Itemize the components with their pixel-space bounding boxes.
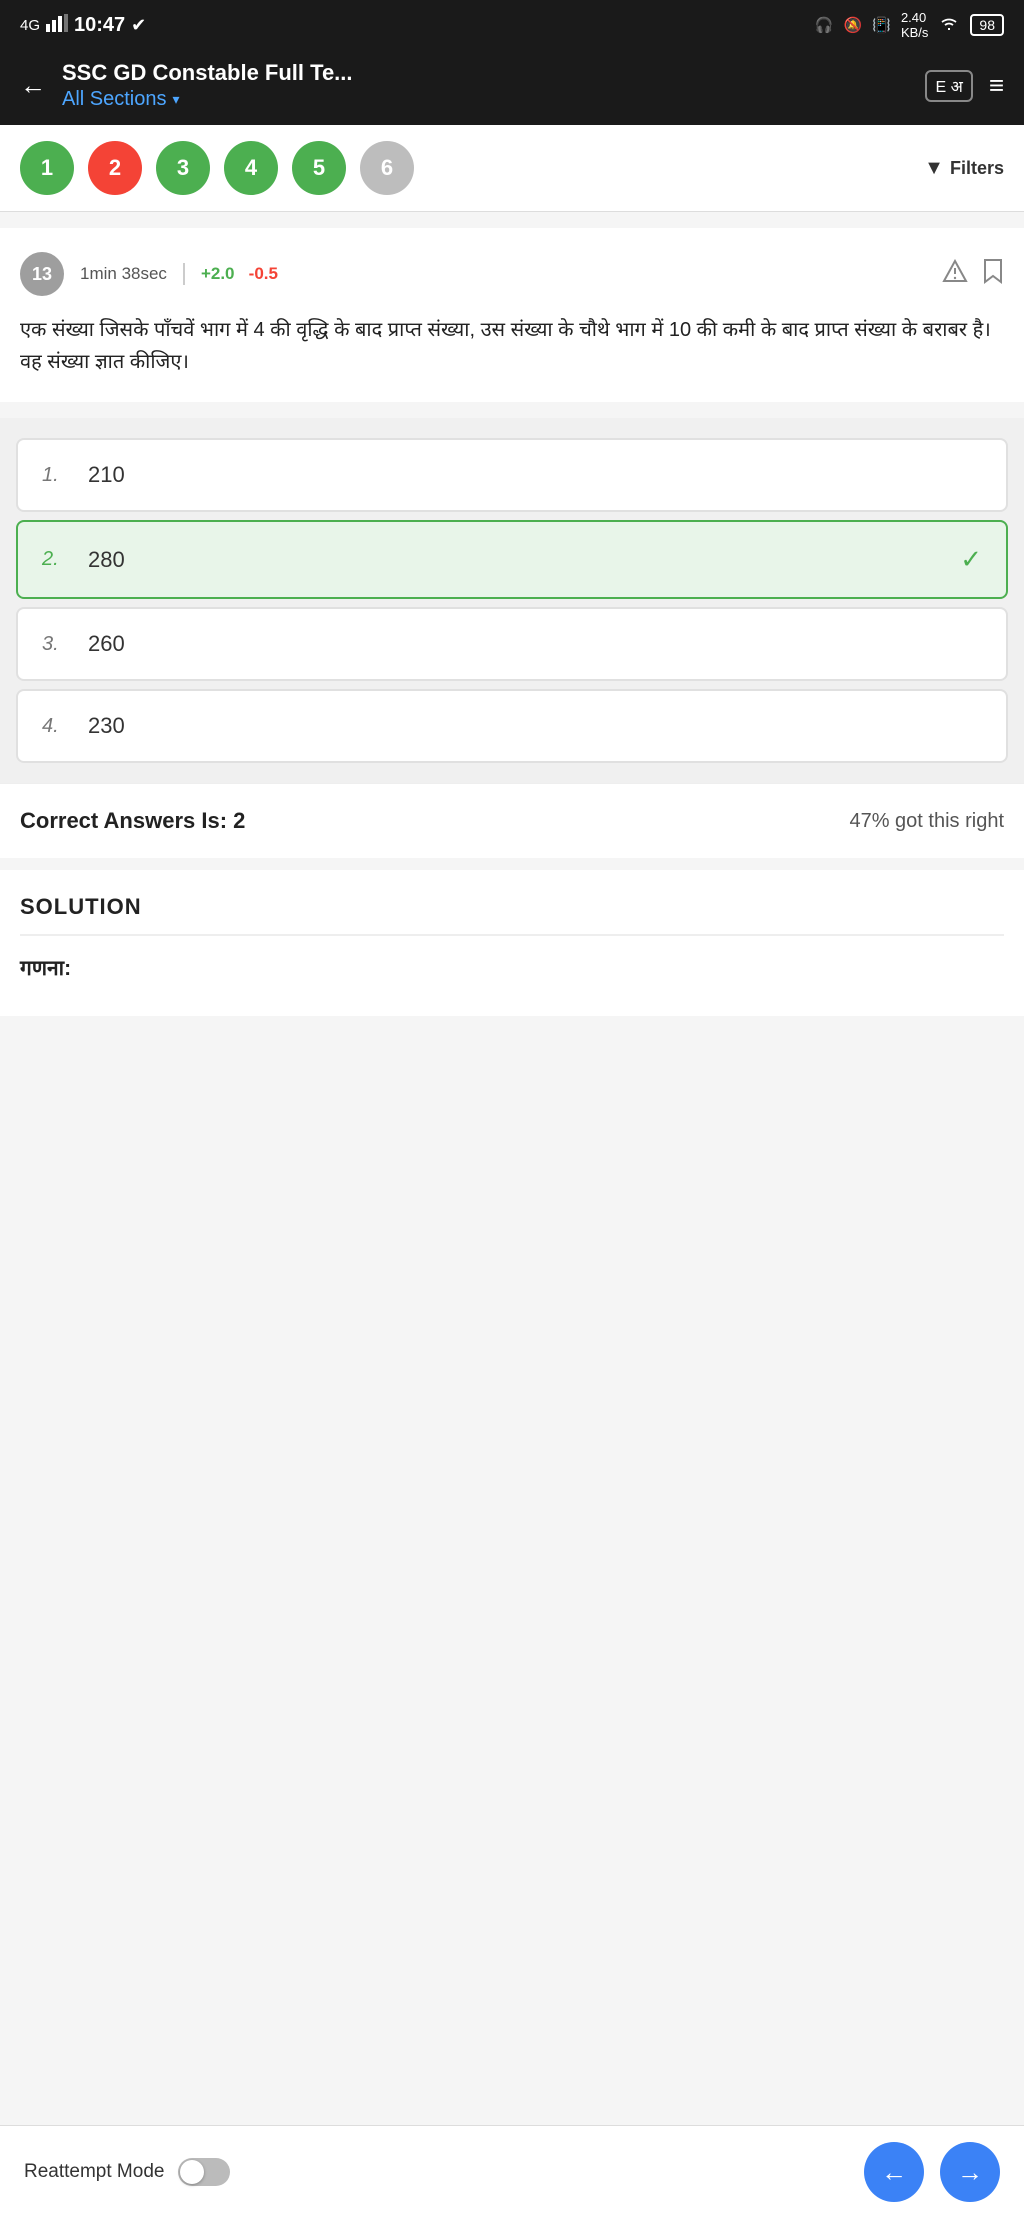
volume-icon: 📳 — [872, 16, 891, 34]
plus-marks: +2.0 — [201, 264, 235, 283]
status-left: 4G 10:47 ✔ — [20, 14, 146, 37]
nav-buttons: ← → — [864, 2142, 1000, 2202]
option-item-3[interactable]: 3. 260 — [16, 607, 1008, 681]
q-bubble-1[interactable]: 1 — [20, 141, 74, 195]
meta-divider — [183, 263, 185, 285]
reattempt-row: Reattempt Mode — [24, 2158, 230, 2186]
next-icon: → — [957, 2157, 983, 2188]
option-text-2: 280 — [88, 547, 960, 573]
bookmark-icon[interactable] — [982, 258, 1004, 290]
signal-bars — [46, 14, 68, 37]
option-number-3: 3. — [42, 633, 70, 656]
app-title: SSC GD Constable Full Te... — [62, 60, 909, 86]
option-number-2: 2. — [42, 548, 70, 571]
filters-button[interactable]: ▼ Filters — [924, 157, 1004, 180]
reattempt-toggle[interactable] — [178, 2158, 230, 2186]
app-header: ← SSC GD Constable Full Te... All Sectio… — [0, 50, 1024, 125]
question-number-badge: 13 — [20, 252, 64, 296]
question-text: एक संख्या जिसके पाँचवें भाग में 4 की वृद… — [20, 314, 1004, 378]
options-section: 1. 210 2. 280✓ 3. 260 4. 230 — [0, 418, 1024, 783]
status-right: 🎧 🔕 📳 2.40KB/s 98 — [815, 10, 1004, 40]
filter-icon: ▼ — [924, 157, 944, 180]
q-bubble-2[interactable]: 2 — [88, 141, 142, 195]
headphone-icon: 🎧 — [815, 16, 834, 34]
q-bubble-5[interactable]: 5 — [292, 141, 346, 195]
question-time: 1min 38sec — [80, 264, 167, 284]
correct-answer-row: Correct Answers Is: 2 47% got this right — [0, 783, 1024, 858]
header-title-block: SSC GD Constable Full Te... All Sections… — [62, 60, 909, 111]
got-right-text: 47% got this right — [849, 810, 1004, 833]
option-number-1: 1. — [42, 464, 70, 487]
option-item-4[interactable]: 4. 230 — [16, 689, 1008, 763]
question-nav: 123456 ▼ Filters — [0, 125, 1024, 212]
question-card: 13 1min 38sec +2.0 -0.5 एक संख्या जिसक — [0, 228, 1024, 402]
alert-icon[interactable] — [942, 259, 968, 289]
q-bubble-4[interactable]: 4 — [224, 141, 278, 195]
language-button[interactable]: E अ — [925, 70, 972, 102]
prev-button[interactable]: ← — [864, 2142, 924, 2202]
wifi-icon — [938, 14, 960, 36]
status-bar: 4G 10:47 ✔ 🎧 🔕 📳 2.40KB/s 98 — [0, 0, 1024, 50]
battery-badge: 98 — [970, 14, 1004, 36]
option-text-3: 260 — [88, 631, 982, 657]
question-action-icons — [942, 258, 1004, 290]
time-display: 10:47 — [74, 14, 125, 37]
toggle-knob — [180, 2160, 204, 2184]
section-label: All Sections — [62, 88, 167, 111]
bottom-spacer — [0, 1016, 1024, 1116]
back-button[interactable]: ← — [20, 70, 46, 101]
question-meta: 13 1min 38sec +2.0 -0.5 — [20, 252, 1004, 296]
q-bubble-6[interactable]: 6 — [360, 141, 414, 195]
solution-section: SOLUTION गणना: — [0, 870, 1024, 1016]
solution-subtitle: गणना: — [20, 954, 1004, 982]
option-text-4: 230 — [88, 713, 982, 739]
signal-text: 4G — [20, 17, 40, 34]
minus-marks: -0.5 — [249, 264, 278, 283]
header-icons: E अ ≡ — [925, 70, 1004, 102]
question-marks: +2.0 -0.5 — [201, 264, 278, 284]
prev-icon: ← — [881, 2157, 907, 2188]
bottom-bar: Reattempt Mode ← → — [0, 2125, 1024, 2218]
option-number-4: 4. — [42, 715, 70, 738]
chevron-down-icon: ▾ — [173, 91, 180, 108]
next-button[interactable]: → — [940, 2142, 1000, 2202]
filters-label: Filters — [950, 158, 1004, 179]
option-item-1[interactable]: 1. 210 — [16, 438, 1008, 512]
check-icon-status: ✔ — [131, 15, 146, 36]
section-selector[interactable]: All Sections ▾ — [62, 88, 909, 111]
correct-answer-label: Correct Answers Is: 2 — [20, 808, 245, 834]
menu-button[interactable]: ≡ — [989, 70, 1004, 101]
correct-check-icon: ✓ — [960, 544, 982, 575]
reattempt-label: Reattempt Mode — [24, 2161, 164, 2183]
q-bubble-3[interactable]: 3 — [156, 141, 210, 195]
data-speed: 2.40KB/s — [901, 10, 928, 40]
bell-icon: 🔕 — [844, 16, 863, 34]
solution-title: SOLUTION — [20, 894, 1004, 936]
option-text-1: 210 — [88, 462, 982, 488]
option-item-2[interactable]: 2. 280✓ — [16, 520, 1008, 599]
